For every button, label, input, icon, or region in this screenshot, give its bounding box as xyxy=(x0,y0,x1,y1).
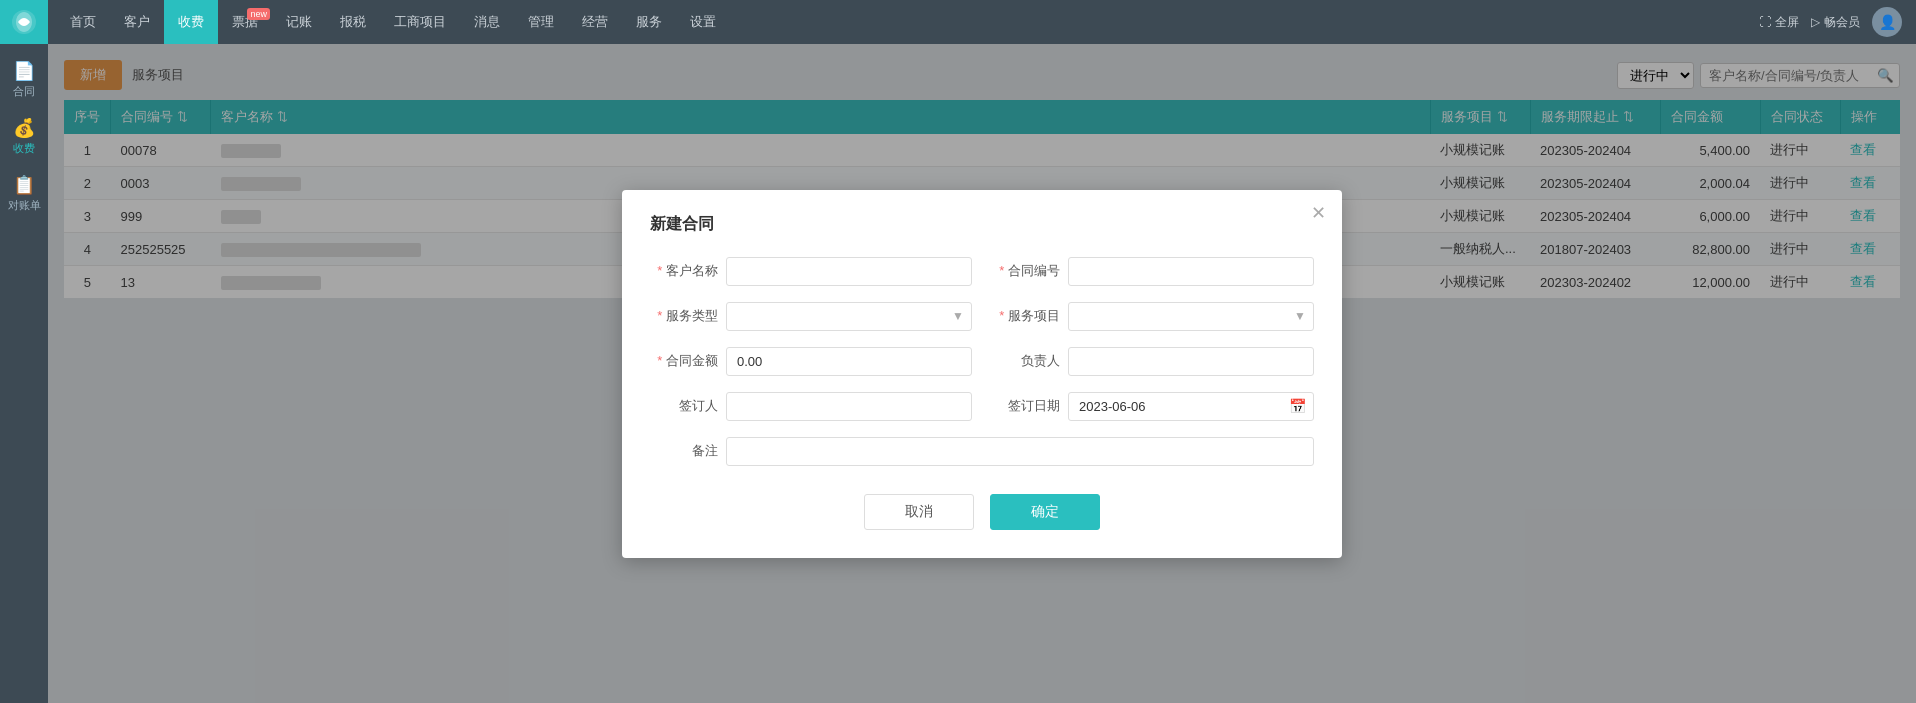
content-area: 新增 服务项目 进行中 已完成 已取消 🔍 序号 合同编号⇅ xyxy=(48,44,1916,703)
sign-date-wrap: 📅 xyxy=(1068,392,1314,421)
contract-icon: 📄 xyxy=(13,62,35,80)
nav-tax[interactable]: 报税 xyxy=(326,0,380,44)
nav-home[interactable]: 首页 xyxy=(56,0,110,44)
sidebar-item-statement[interactable]: 📋 对账单 xyxy=(0,168,48,221)
main-layout: 📄 合同 💰 收费 📋 对账单 新增 服务项目 进行中 已完成 已取消 xyxy=(0,44,1916,703)
fullscreen-icon: ⛶ xyxy=(1759,15,1771,29)
nav-bill[interactable]: 票据 new xyxy=(218,0,272,44)
service-item-label: 服务项目 xyxy=(992,307,1060,325)
assignee-label: 负责人 xyxy=(992,352,1060,370)
remark-label: 备注 xyxy=(650,442,718,460)
fullscreen-button[interactable]: ⛶ 全屏 xyxy=(1759,14,1799,31)
amount-label: 合同金额 xyxy=(650,352,718,370)
confirm-button[interactable]: 确定 xyxy=(990,494,1100,530)
amount-input[interactable] xyxy=(726,347,972,376)
customer-name-label: 客户名称 xyxy=(650,262,718,280)
new-badge: new xyxy=(247,8,270,20)
customer-name-input[interactable] xyxy=(726,257,972,286)
sign-date-label: 签订日期 xyxy=(992,397,1060,415)
sidebar: 📄 合同 💰 收费 📋 对账单 xyxy=(0,44,48,703)
sign-date-input[interactable] xyxy=(1068,392,1314,421)
nav-operation[interactable]: 经营 xyxy=(568,0,622,44)
service-item-select[interactable] xyxy=(1068,302,1314,331)
service-type-label: 服务类型 xyxy=(650,307,718,325)
play-icon: ▷ xyxy=(1811,15,1820,29)
nav-right-section: ⛶ 全屏 ▷ 畅会员 👤 xyxy=(1759,7,1916,37)
modal-overlay: 新建合同 ✕ 客户名称 合同编号 服务类型 xyxy=(48,44,1916,703)
form-row-amount: 合同金额 xyxy=(650,347,972,376)
new-contract-modal: 新建合同 ✕ 客户名称 合同编号 服务类型 xyxy=(622,190,1342,558)
nav-service[interactable]: 服务 xyxy=(622,0,676,44)
nav-commerce[interactable]: 工商项目 xyxy=(380,0,460,44)
statement-icon: 📋 xyxy=(13,176,35,194)
nav-message[interactable]: 消息 xyxy=(460,0,514,44)
logo[interactable] xyxy=(0,0,48,44)
nav-bookkeeping[interactable]: 记账 xyxy=(272,0,326,44)
avatar-icon: 👤 xyxy=(1879,14,1896,30)
service-item-select-wrap: ▼ xyxy=(1068,302,1314,331)
fee-icon: 💰 xyxy=(13,119,35,137)
form-row-service-type: 服务类型 ▼ xyxy=(650,302,972,331)
form-row-service-item: 服务项目 ▼ xyxy=(992,302,1314,331)
form-row-sign-date: 签订日期 📅 xyxy=(992,392,1314,421)
form-row-contract-no: 合同编号 xyxy=(992,257,1314,286)
assignee-input[interactable] xyxy=(1068,347,1314,376)
form-row-customer: 客户名称 xyxy=(650,257,972,286)
modal-close-button[interactable]: ✕ xyxy=(1311,204,1326,222)
top-nav: 首页 客户 收费 票据 new 记账 报税 工商项目 消息 管理 经营 服务 设… xyxy=(0,0,1916,44)
contract-no-label: 合同编号 xyxy=(992,262,1060,280)
form-row-signer: 签订人 xyxy=(650,392,972,421)
avatar[interactable]: 👤 xyxy=(1872,7,1902,37)
service-type-select[interactable] xyxy=(726,302,972,331)
modal-title: 新建合同 xyxy=(650,214,1314,235)
remark-input[interactable] xyxy=(726,437,1314,466)
nav-settings[interactable]: 设置 xyxy=(676,0,730,44)
member-button[interactable]: ▷ 畅会员 xyxy=(1811,14,1860,31)
form-grid: 客户名称 合同编号 服务类型 ▼ xyxy=(650,257,1314,466)
service-type-select-wrap: ▼ xyxy=(726,302,972,331)
form-row-assignee: 负责人 xyxy=(992,347,1314,376)
nav-fee[interactable]: 收费 xyxy=(164,0,218,44)
nav-items: 首页 客户 收费 票据 new 记账 报税 工商项目 消息 管理 经营 服务 设… xyxy=(48,0,1759,44)
sidebar-item-fee[interactable]: 💰 收费 xyxy=(0,111,48,164)
signer-label: 签订人 xyxy=(650,397,718,415)
cancel-button[interactable]: 取消 xyxy=(864,494,974,530)
form-row-remark: 备注 xyxy=(650,437,1314,466)
modal-footer: 取消 确定 xyxy=(650,494,1314,530)
nav-customer[interactable]: 客户 xyxy=(110,0,164,44)
contract-no-input[interactable] xyxy=(1068,257,1314,286)
nav-manage[interactable]: 管理 xyxy=(514,0,568,44)
signer-input[interactable] xyxy=(726,392,972,421)
sidebar-item-contract[interactable]: 📄 合同 xyxy=(0,54,48,107)
